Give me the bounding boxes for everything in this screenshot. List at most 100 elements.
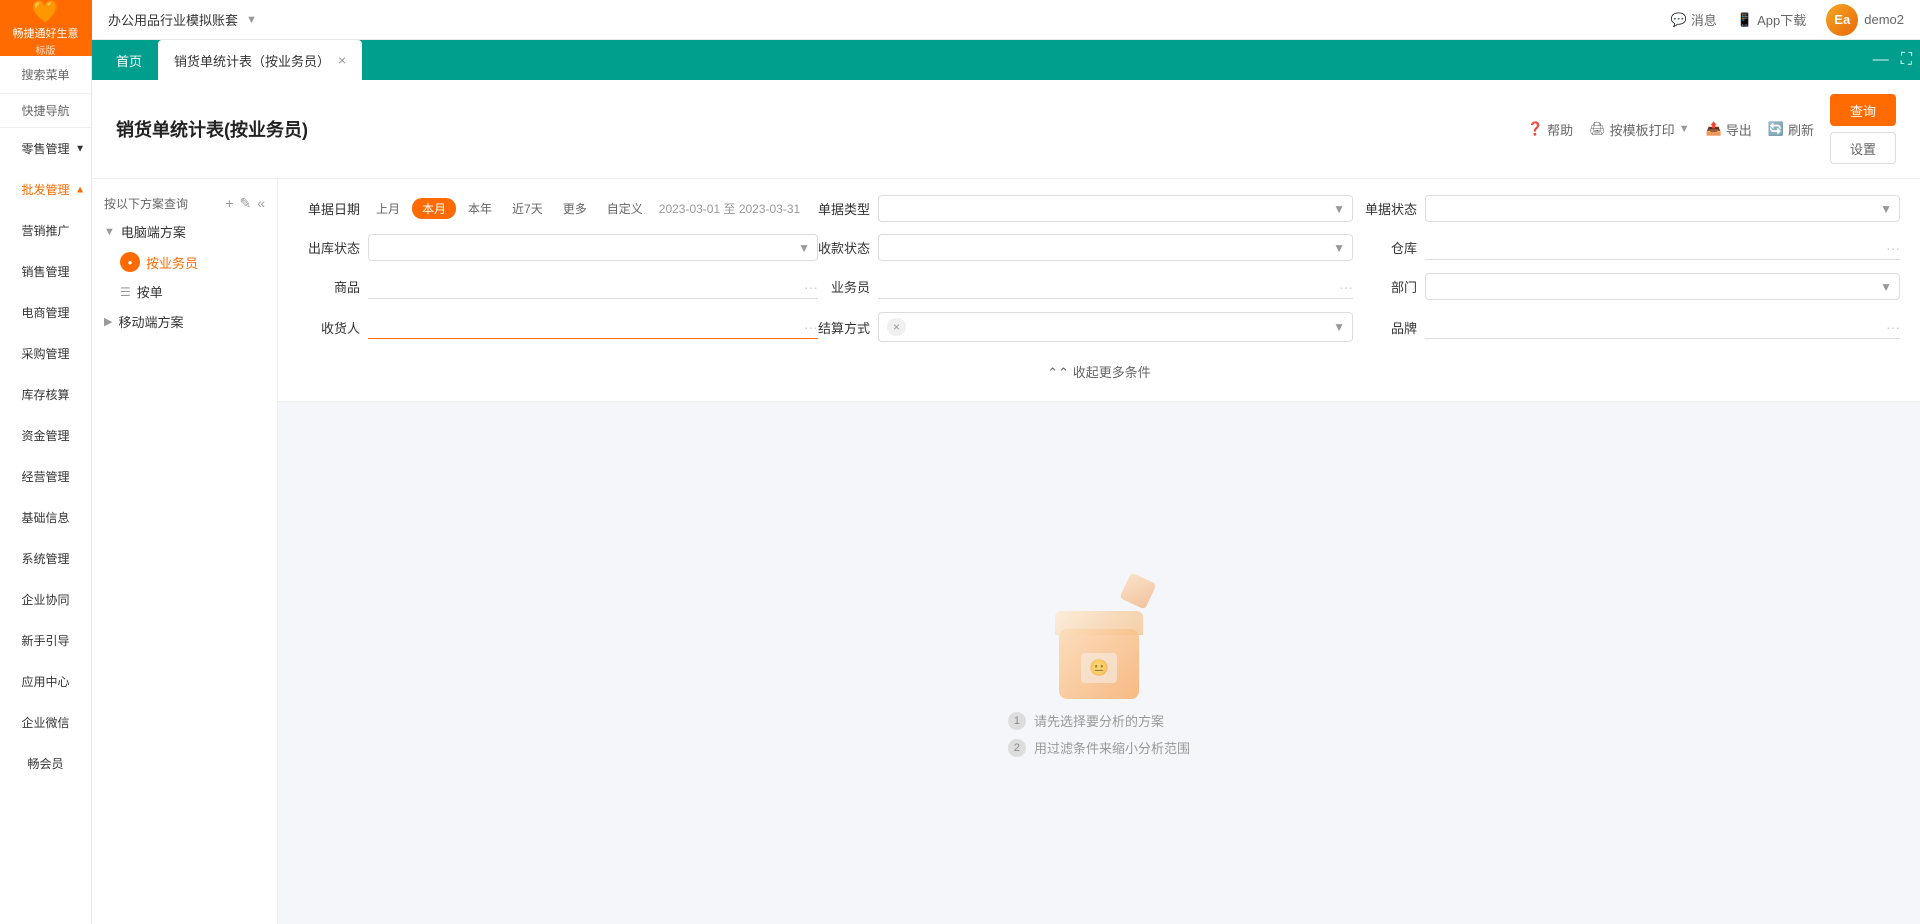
sidebar-item-member[interactable]: 畅会员	[0, 743, 91, 784]
print-dropdown-icon[interactable]: ▼	[1679, 123, 1690, 135]
filter-row-3: 商品 ··· 业务员 ···	[298, 273, 1900, 300]
consignee-input[interactable]	[368, 315, 818, 339]
add-scheme-icon[interactable]: +	[225, 195, 233, 212]
date-tab-thismonth[interactable]: 本月	[412, 198, 456, 219]
collapse-arrow-icon: ⌃⌃	[1047, 365, 1072, 380]
salesperson-active-dot: ●	[120, 252, 140, 272]
industry-dropdown-icon[interactable]: ▼	[246, 14, 257, 26]
sidebar-logo[interactable]: 🧡 畅捷通好生意 标版	[0, 0, 92, 56]
payment-tag-x-icon[interactable]: ×	[893, 320, 900, 334]
date-picker-group: 上月 本月 本年 近7天 更多 自定义 2023-03-01 至 2023-03…	[368, 198, 800, 219]
sidebar-item-basicinfo[interactable]: 基础信息	[0, 497, 91, 538]
salesperson-dots-icon[interactable]: ···	[1339, 279, 1353, 295]
sales-stat-tab-label: 销货单统计表（按业务员）	[174, 51, 330, 70]
sidebar-item-purchase[interactable]: 采购管理	[0, 333, 91, 374]
salesperson-input[interactable]	[878, 275, 1353, 299]
sidebar-item-marketing[interactable]: 营销推广	[0, 210, 91, 251]
collapse-label: 收起更多条件	[1073, 365, 1151, 380]
sidebar-item-wholesale[interactable]: 批发管理 ▲	[0, 169, 91, 210]
doc-status-label: 单据状态	[1365, 199, 1425, 218]
consignee-dots-icon[interactable]: ···	[804, 319, 818, 335]
filter-row-4: 收货人 ··· 结算方式 ×	[298, 312, 1900, 342]
empty-hint-2: 2 用过滤条件来缩小分析范围	[1008, 738, 1190, 757]
edit-scheme-icon[interactable]: ✎	[239, 195, 251, 212]
date-tab-lastmonth[interactable]: 上月	[368, 198, 408, 219]
export-icon: 📤	[1706, 121, 1722, 137]
print-action[interactable]: 🖨 按模板打印 ▼	[1589, 120, 1689, 139]
salesperson-input-wrap: ···	[878, 275, 1353, 299]
tree-desktop-label: 电脑端方案	[121, 222, 186, 241]
refresh-label: 刷新	[1788, 120, 1814, 139]
box-fly-piece	[1119, 572, 1156, 609]
sidebar-item-corpwechat[interactable]: 企业微信	[0, 702, 91, 743]
date-tab-7days[interactable]: 近7天	[504, 198, 551, 219]
app-download-icon: 📱	[1737, 12, 1753, 28]
user-menu[interactable]: Ea demo2	[1826, 4, 1904, 36]
date-tab-custom[interactable]: 自定义	[599, 198, 651, 219]
warehouse-input[interactable]	[1425, 236, 1900, 260]
payment-tag: ×	[887, 318, 906, 336]
dept-select-wrap: ▼	[1425, 273, 1900, 300]
page-header: 销货单统计表(按业务员) ❓ 帮助 🖨 按模板打印 ▼ 📤 导出 🔄 刷新	[92, 80, 1920, 179]
sidebar-item-quicknav[interactable]: 快捷导航	[0, 94, 91, 128]
dept-label: 部门	[1365, 277, 1425, 296]
sidebar-item-system[interactable]: 系统管理	[0, 538, 91, 579]
sidebar-item-sales[interactable]: 销售管理	[0, 251, 91, 292]
logo-subtext: 标版	[36, 42, 56, 57]
help-action[interactable]: ❓ 帮助	[1527, 120, 1573, 139]
sidebar-item-search[interactable]: 搜索菜单	[0, 56, 91, 94]
sidebar-item-inventory[interactable]: 库存核算	[0, 374, 91, 415]
tab-home[interactable]: 首页	[100, 40, 158, 80]
receipt-status-select[interactable]	[878, 234, 1353, 261]
date-tab-more[interactable]: 更多	[555, 198, 595, 219]
goods-dots-icon[interactable]: ···	[804, 279, 818, 295]
doc-type-select[interactable]	[878, 195, 1353, 222]
empty-hint-1: 1 请先选择要分析的方案	[1008, 711, 1190, 730]
goods-input[interactable]	[368, 275, 818, 299]
export-action[interactable]: 📤 导出	[1706, 120, 1752, 139]
out-status-select[interactable]	[368, 234, 818, 261]
doc-status-select[interactable]	[1425, 195, 1900, 222]
filter-row-2: 出库状态 ▼ 收款状态 ▼	[298, 234, 1900, 261]
brand-input-wrap: ···	[1425, 315, 1900, 339]
sidebar-item-appcenter[interactable]: 应用中心	[0, 661, 91, 702]
sidebar-item-ecommerce[interactable]: 电商管理	[0, 292, 91, 333]
goods-input-wrap: ···	[368, 275, 818, 299]
tab-sales-stat[interactable]: 销货单统计表（按业务员） ×	[158, 40, 362, 80]
sidebar-item-enterprise[interactable]: 企业协同	[0, 579, 91, 620]
date-tab-thisyear[interactable]: 本年	[460, 198, 500, 219]
sidebar-item-retail[interactable]: 零售管理 ▼	[0, 128, 91, 169]
brand-dots-icon[interactable]: ···	[1886, 319, 1900, 335]
industry-title: 办公用品行业模拟账套	[108, 10, 238, 29]
right-panel: 单据日期 上月 本月 本年 近7天 更多 自定义 2023-03-01 至 20…	[278, 179, 1920, 924]
message-action[interactable]: 💬 消息	[1671, 10, 1717, 29]
tree-expand-icon[interactable]: ▼	[104, 226, 115, 238]
tree-order-item[interactable]: ☰ 按单	[92, 277, 277, 306]
sidebar-item-finance[interactable]: 资金管理	[0, 415, 91, 456]
settings-button[interactable]: 设置	[1830, 132, 1896, 164]
query-button[interactable]: 查询	[1830, 94, 1896, 126]
app-download-action[interactable]: 📱 App下载	[1737, 10, 1806, 29]
dept-select[interactable]	[1425, 273, 1900, 300]
tree-salesperson-item[interactable]: ● 按业务员	[92, 247, 277, 277]
hint-text-1: 请先选择要分析的方案	[1034, 711, 1164, 730]
home-tab-label: 首页	[116, 51, 142, 70]
panel-title: 按以下方案查询	[104, 195, 188, 212]
brand-input[interactable]	[1425, 315, 1900, 339]
tree-mobile-expand-icon[interactable]: ▶	[104, 315, 112, 328]
doc-type-label: 单据类型	[818, 199, 878, 218]
tree-mobile-section: ▶ 移动端方案	[92, 306, 277, 337]
collapse-panel-icon[interactable]: «	[257, 195, 265, 212]
collapse-bar[interactable]: ⌃⌃ 收起更多条件	[298, 354, 1900, 385]
sidebar-item-operations[interactable]: 经营管理	[0, 456, 91, 497]
tab-close-icon[interactable]: ×	[338, 52, 346, 68]
page-title: 销货单统计表(按业务员)	[116, 116, 308, 156]
tab-maximize-icon[interactable]: ⛶	[1901, 51, 1912, 69]
receipt-status-select-wrap: ▼	[878, 234, 1353, 261]
warehouse-dots-icon[interactable]: ···	[1886, 240, 1900, 256]
sidebar-item-newuser[interactable]: 新手引导	[0, 620, 91, 661]
brand-label: 品牌	[1365, 318, 1425, 337]
tab-minimize-icon[interactable]: —	[1873, 51, 1889, 69]
receipt-status-label: 收款状态	[818, 238, 878, 257]
refresh-action[interactable]: 🔄 刷新	[1768, 120, 1814, 139]
